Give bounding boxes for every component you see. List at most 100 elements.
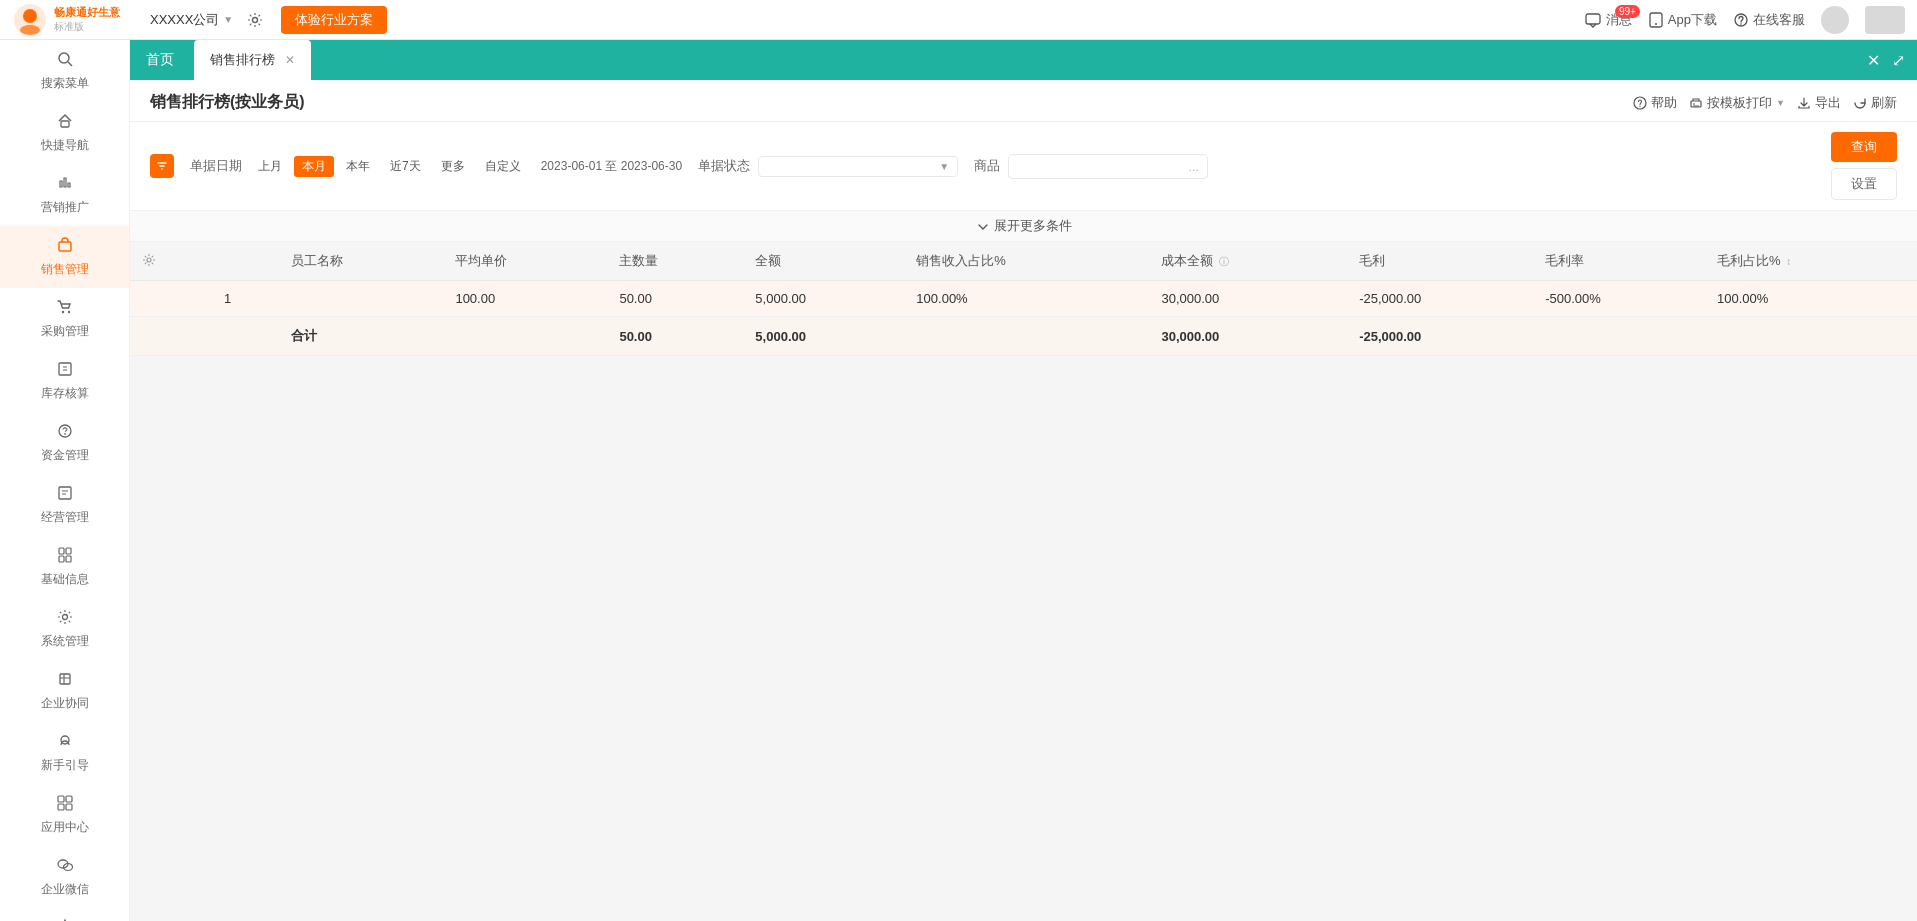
table-row: 1 100.00 50.00 5,000.00 100.00% 30,000.0… <box>130 281 1917 317</box>
sidebar-item-appstore[interactable]: 应用中心 <box>0 784 129 846</box>
page-inner: 销售排行榜(按业务员) 帮助 按模板打印 ▼ <box>130 80 1917 356</box>
sidebar-item-guide[interactable]: 新手引导 <box>0 722 129 784</box>
sidebar-item-marketing[interactable]: 营销推广 <box>0 164 129 226</box>
sidebar-shortcut-label: 快捷导航 <box>41 137 89 154</box>
sidebar-wechat-label: 企业微信 <box>41 881 89 898</box>
sidebar-item-basic[interactable]: 基础信息 <box>0 536 129 598</box>
sidebar-item-wechat[interactable]: 企业微信 <box>0 846 129 908</box>
col-avg-price: 平均单价 <box>443 242 607 281</box>
help-label: 帮助 <box>1651 94 1677 112</box>
search-icon <box>56 50 74 72</box>
export-button[interactable]: 导出 <box>1797 94 1841 112</box>
print-label: 按模板打印 <box>1707 94 1772 112</box>
footer-total-amount: 5,000.00 <box>743 317 904 356</box>
svg-point-35 <box>147 258 151 262</box>
content-area: 首页 销售排行榜 ✕ ✕ ⤢ 销售排行榜(按业务员) <box>130 40 1917 921</box>
tab-bar-maximize-button[interactable]: ⤢ <box>1892 51 1905 70</box>
sidebar-item-search[interactable]: 搜索菜单 <box>0 40 129 102</box>
user-avatar[interactable] <box>1821 6 1849 34</box>
filter-date-group: 单据日期 上月 本月 本年 近7天 更多 自定义 2023-06-01 至 20… <box>190 156 682 177</box>
page-header-actions: 帮助 按模板打印 ▼ 导出 <box>1633 94 1897 112</box>
table-footer-row: 合计 50.00 5,000.00 30,000.00 -25,000.00 <box>130 317 1917 356</box>
app-download-button[interactable]: App下载 <box>1648 11 1717 29</box>
tab-sales-ranking[interactable]: 销售排行榜 ✕ <box>194 40 311 80</box>
tab-bar: 首页 销售排行榜 ✕ ✕ ⤢ <box>130 40 1917 80</box>
status-filter-label: 单据状态 <box>698 157 750 175</box>
row-avg-price: 100.00 <box>443 281 607 317</box>
row-col-settings <box>130 281 212 317</box>
tab-close-icon[interactable]: ✕ <box>285 53 295 67</box>
sidebar-item-shortcut[interactable]: 快捷导航 <box>0 102 129 164</box>
svg-rect-23 <box>60 674 70 684</box>
tab-bar-right: ✕ ⤢ <box>1867 51 1917 70</box>
sidebar-item-operations[interactable]: 经营管理 <box>0 474 129 536</box>
row-rank: 1 <box>212 281 279 317</box>
date-option-last-month[interactable]: 上月 <box>250 156 290 177</box>
column-settings-icon[interactable] <box>142 255 156 270</box>
svg-point-8 <box>1740 23 1742 25</box>
footer-sales-pct <box>904 317 1149 356</box>
top-settings-button[interactable] <box>241 6 269 34</box>
sidebar-sales-label: 销售管理 <box>41 261 89 278</box>
footer-gross-profit: -25,000.00 <box>1347 317 1533 356</box>
print-button[interactable]: 按模板打印 ▼ <box>1689 94 1785 112</box>
sidebar-item-purchase[interactable]: 采购管理 <box>0 288 129 350</box>
company-selector[interactable]: XXXXX公司 ▼ <box>150 11 233 29</box>
filter-settings-button[interactable]: 设置 <box>1831 168 1897 200</box>
print-dropdown-icon[interactable]: ▼ <box>1776 98 1785 108</box>
page-title: 销售排行榜(按业务员) <box>150 92 305 113</box>
sidebar-item-sales[interactable]: 销售管理 <box>0 226 129 288</box>
svg-rect-11 <box>61 121 69 127</box>
tab-bar-close-button[interactable]: ✕ <box>1867 51 1880 70</box>
filter-expand-button[interactable] <box>150 154 174 178</box>
home-icon <box>56 112 74 134</box>
svg-line-10 <box>68 62 72 66</box>
date-option-custom[interactable]: 自定义 <box>477 156 529 177</box>
product-input-ellipsis: ... <box>1188 159 1199 174</box>
date-option-7days[interactable]: 近7天 <box>382 156 429 177</box>
product-input[interactable]: ... <box>1008 154 1208 179</box>
date-option-this-month[interactable]: 本月 <box>294 156 334 177</box>
tab-home[interactable]: 首页 <box>130 40 190 80</box>
basic-icon <box>56 546 74 568</box>
col-sales-pct: 销售收入占比% <box>904 242 1149 281</box>
sidebar-item-finance[interactable]: 资金管理 <box>0 412 129 474</box>
footer-cost-amount: 30,000.00 <box>1149 317 1347 356</box>
sidebar-item-inventory[interactable]: 库存核算 <box>0 350 129 412</box>
logo-area: 畅康通好生意 标准版 <box>12 2 142 38</box>
cost-amount-info-icon: ⓘ <box>1219 256 1229 267</box>
page-header: 销售排行榜(按业务员) 帮助 按模板打印 ▼ <box>130 80 1917 122</box>
trial-button[interactable]: 体验行业方案 <box>281 6 387 34</box>
message-badge: 99+ <box>1615 5 1640 18</box>
filter-status-group: 单据状态 ▼ <box>698 156 958 177</box>
sidebar-operations-label: 经营管理 <box>41 509 89 526</box>
message-button[interactable]: 消息 99+ <box>1584 11 1632 29</box>
footer-col1 <box>130 317 212 356</box>
online-support-button[interactable]: 在线客服 <box>1733 11 1805 29</box>
svg-rect-19 <box>66 548 71 554</box>
refresh-button[interactable]: 刷新 <box>1853 94 1897 112</box>
svg-point-1 <box>23 9 37 23</box>
col-settings[interactable] <box>130 242 212 281</box>
sidebar-item-enterprise[interactable]: 企业协同 <box>0 660 129 722</box>
refresh-label: 刷新 <box>1871 94 1897 112</box>
expand-more-bar[interactable]: 展开更多条件 <box>130 211 1917 242</box>
company-name: XXXXX公司 <box>150 11 219 29</box>
system-icon <box>56 608 74 630</box>
sidebar-search-label: 搜索菜单 <box>41 75 89 92</box>
help-button[interactable]: 帮助 <box>1633 94 1677 112</box>
page-content: 销售排行榜(按业务员) 帮助 按模板打印 ▼ <box>130 80 1917 921</box>
date-option-more[interactable]: 更多 <box>433 156 473 177</box>
sidebar-appstore-label: 应用中心 <box>41 819 89 836</box>
filter-bar: 单据日期 上月 本月 本年 近7天 更多 自定义 2023-06-01 至 20… <box>130 122 1917 211</box>
user-name-area[interactable] <box>1865 6 1905 34</box>
date-option-this-year[interactable]: 本年 <box>338 156 378 177</box>
sidebar-item-member[interactable]: 畅会员 <box>0 908 129 921</box>
row-sales-pct: 100.00% <box>904 281 1149 317</box>
svg-rect-26 <box>66 796 72 802</box>
sidebar-item-system[interactable]: 系统管理 <box>0 598 129 660</box>
status-select[interactable]: ▼ <box>758 156 958 177</box>
query-button[interactable]: 查询 <box>1831 132 1897 162</box>
tab-sales-ranking-label: 销售排行榜 <box>210 51 275 69</box>
gross-pct-label: 毛利占比% <box>1717 253 1781 268</box>
